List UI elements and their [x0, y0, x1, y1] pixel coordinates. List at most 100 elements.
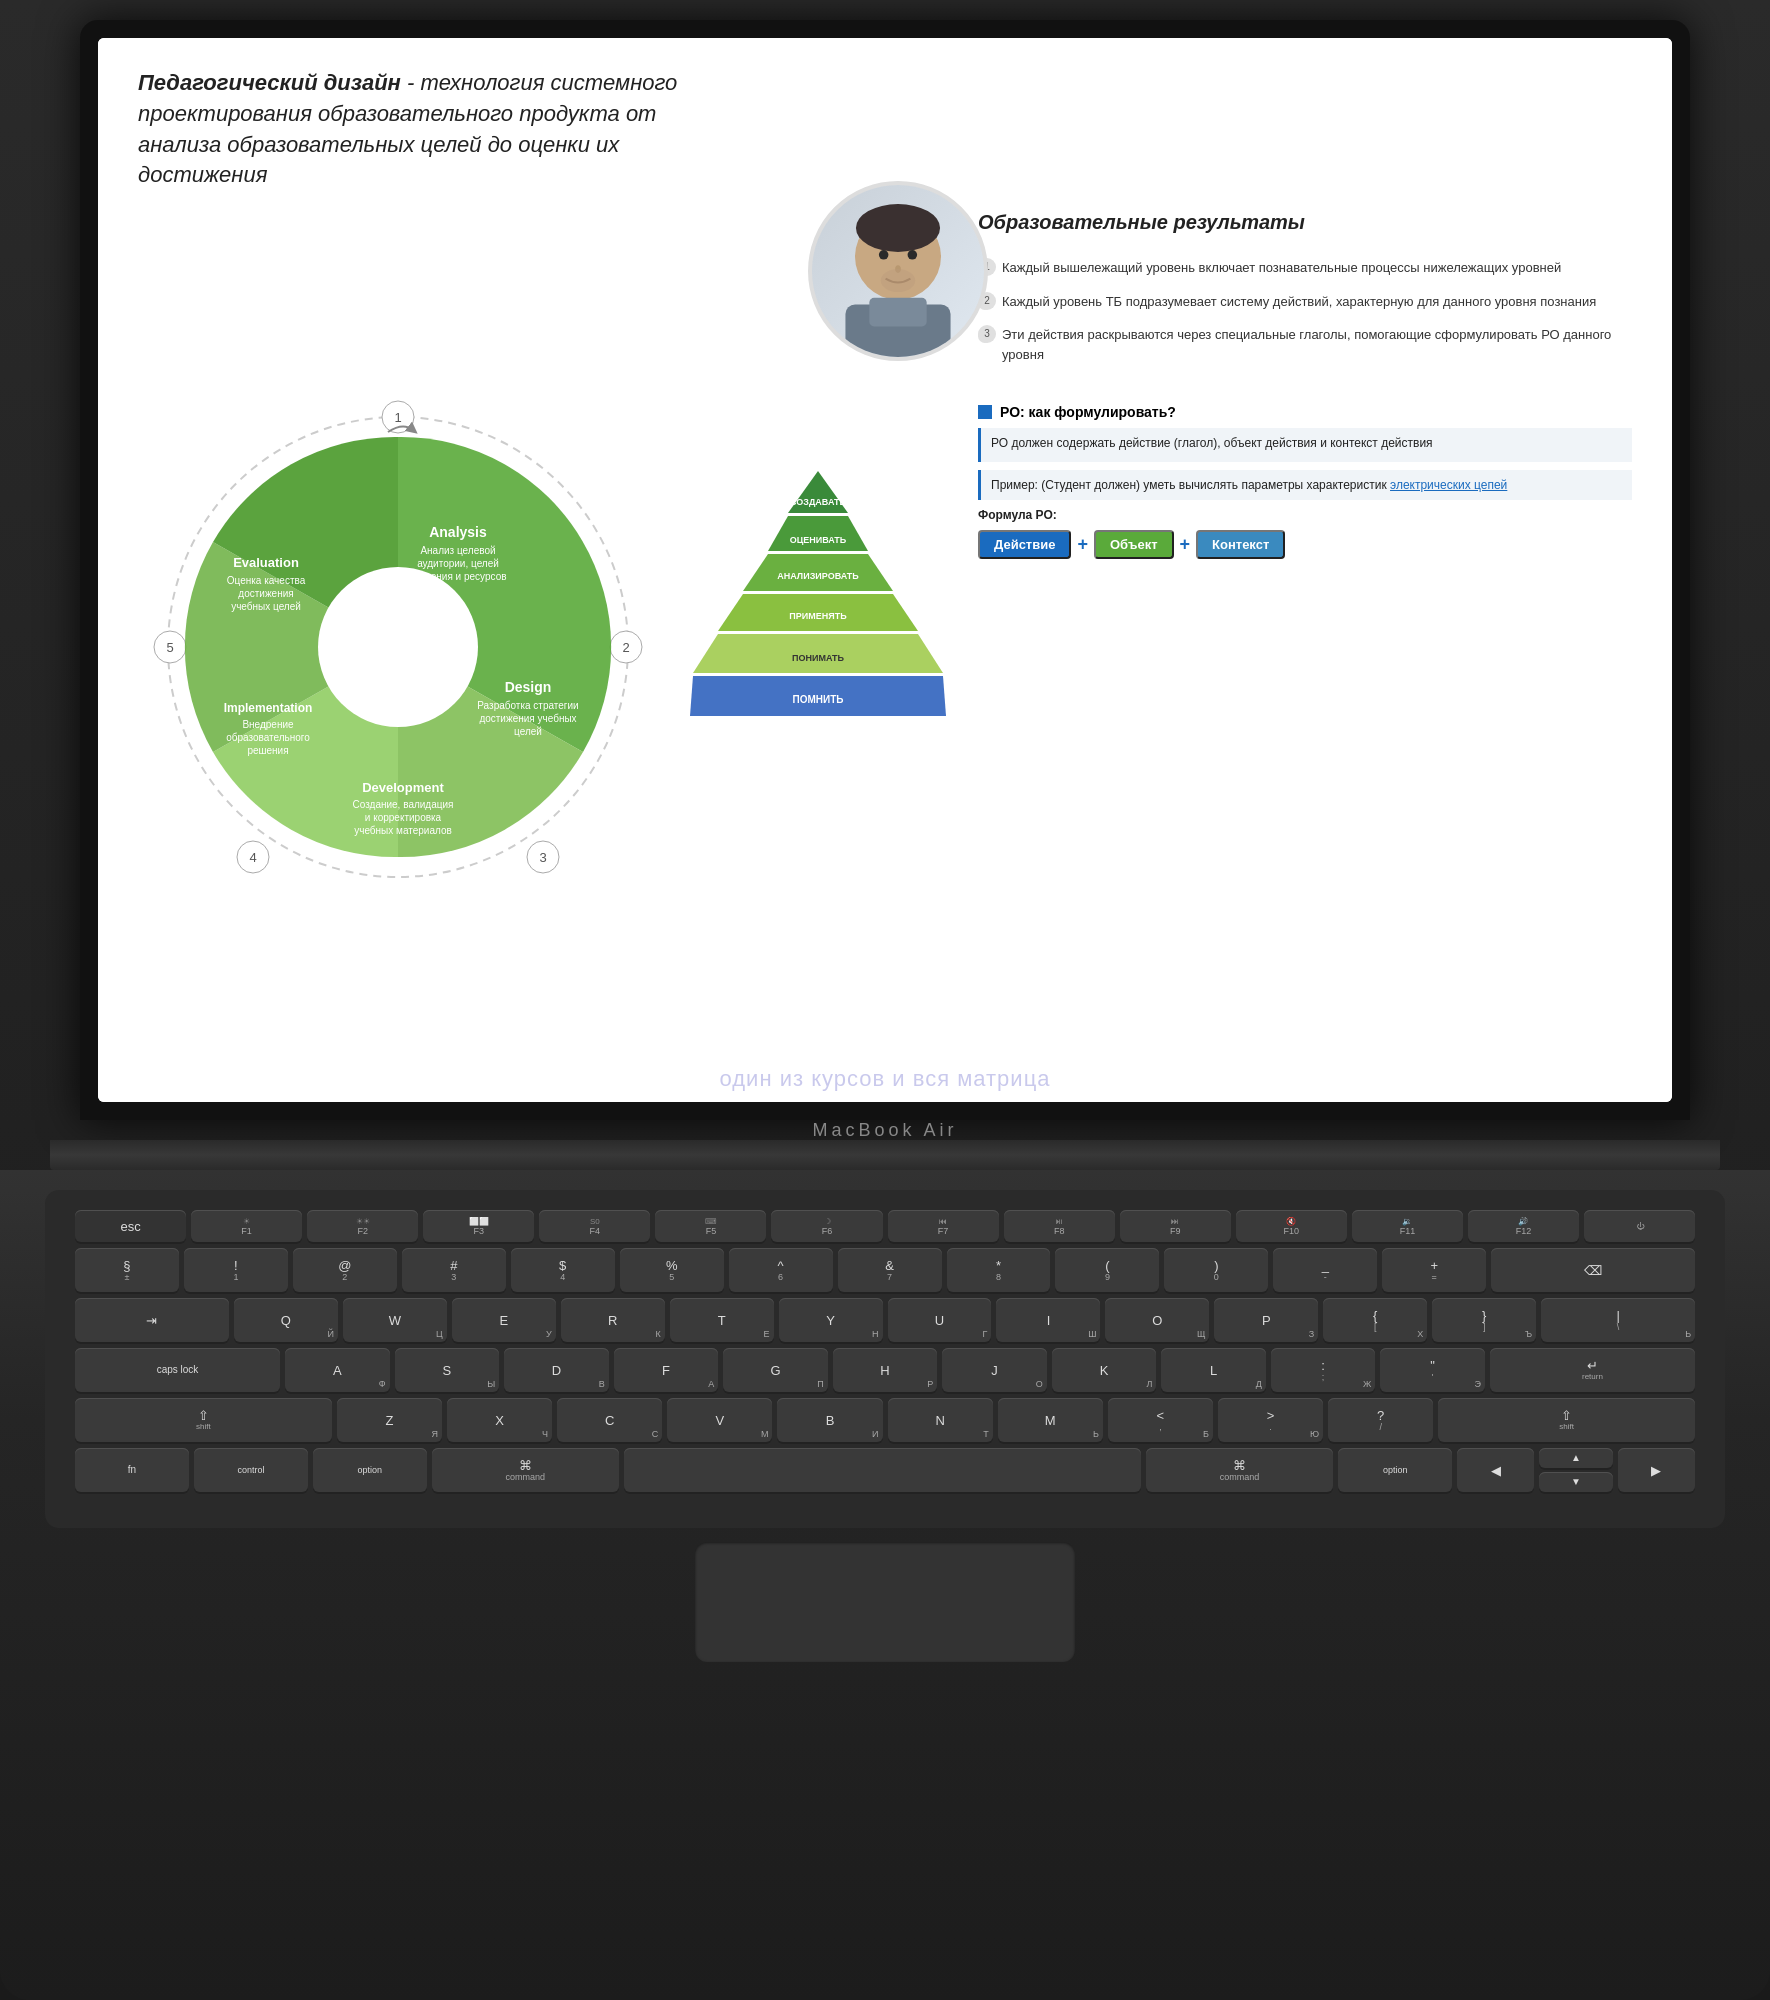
f12-key[interactable]: 🔊F12: [1468, 1210, 1579, 1242]
plus-icon-2: +: [1180, 534, 1191, 555]
w-key[interactable]: WЦ: [343, 1298, 447, 1342]
results-title: Образовательные результаты: [978, 211, 1632, 234]
f-key[interactable]: FА: [614, 1348, 719, 1392]
up-arrow[interactable]: ▲: [1539, 1448, 1612, 1468]
presentation-slide: Педагогический дизайн - технология систе…: [98, 38, 1672, 1102]
s-key[interactable]: SЫ: [395, 1348, 500, 1392]
3-key[interactable]: #3: [402, 1248, 506, 1292]
backspace-key[interactable]: ⌫: [1491, 1248, 1695, 1292]
watermark: один из курсов и вся матрица: [720, 1066, 1051, 1092]
o-key[interactable]: OЩ: [1105, 1298, 1209, 1342]
j-key[interactable]: JО: [942, 1348, 1047, 1392]
action-button[interactable]: Действие: [978, 530, 1071, 559]
q-key[interactable]: QЙ: [234, 1298, 338, 1342]
slide-title-bold: Педагогический дизайн: [138, 70, 401, 95]
f1-key[interactable]: ☀F1: [191, 1210, 302, 1242]
context-button[interactable]: Контекст: [1196, 530, 1285, 559]
svg-point-37: [908, 250, 918, 260]
semicolon-key[interactable]: :;Ж: [1271, 1348, 1376, 1392]
1-key[interactable]: !1: [184, 1248, 288, 1292]
object-button[interactable]: Объект: [1094, 530, 1174, 559]
k-key[interactable]: KЛ: [1052, 1348, 1157, 1392]
equals-key[interactable]: +=: [1382, 1248, 1486, 1292]
9-key[interactable]: (9: [1055, 1248, 1159, 1292]
svg-text:учебных материалов: учебных материалов: [354, 825, 452, 836]
f3-key[interactable]: ⬜⬜F3: [423, 1210, 534, 1242]
r-key[interactable]: RК: [561, 1298, 665, 1342]
4-key[interactable]: $4: [511, 1248, 615, 1292]
lcommand-label: command: [506, 1473, 546, 1482]
results-list: 1 Каждый вышележащий уровень включает по…: [978, 258, 1632, 378]
l-key[interactable]: LД: [1161, 1348, 1266, 1392]
y-key[interactable]: YН: [779, 1298, 883, 1342]
svg-text:2: 2: [622, 640, 629, 655]
d-key[interactable]: DВ: [504, 1348, 609, 1392]
quote-key[interactable]: "'Э: [1380, 1348, 1485, 1392]
c-key[interactable]: CС: [557, 1398, 662, 1442]
rbracket-key[interactable]: }]Ъ: [1432, 1298, 1536, 1342]
down-arrow[interactable]: ▼: [1539, 1472, 1612, 1492]
7-key[interactable]: &7: [838, 1248, 942, 1292]
qwerty-row: ⇥ QЙ WЦ EУ RК TЕ YН UГ IШ OЩ PЗ {[Х }]Ъ …: [75, 1298, 1695, 1342]
comma-key[interactable]: <,Б: [1108, 1398, 1213, 1442]
caps-key[interactable]: caps lock: [75, 1348, 280, 1392]
loption-key[interactable]: option: [313, 1448, 427, 1492]
g-key[interactable]: GП: [723, 1348, 828, 1392]
rcommand-key[interactable]: ⌘ command: [1146, 1448, 1333, 1492]
lctrl-key[interactable]: control: [194, 1448, 308, 1492]
f9-key[interactable]: ⏭F9: [1120, 1210, 1231, 1242]
return-key[interactable]: ↵return: [1490, 1348, 1695, 1392]
right-arrow[interactable]: ▶: [1618, 1448, 1695, 1492]
t-key[interactable]: TЕ: [670, 1298, 774, 1342]
slash-key[interactable]: ?/: [1328, 1398, 1433, 1442]
lcommand-key[interactable]: ⌘ command: [432, 1448, 619, 1492]
u-key[interactable]: UГ: [888, 1298, 992, 1342]
svg-text:ОЦЕНИВАТЬ: ОЦЕНИВАТЬ: [790, 535, 847, 545]
a-key[interactable]: AФ: [285, 1348, 390, 1392]
rcommand-label: command: [1220, 1473, 1260, 1482]
esc-key[interactable]: esc: [75, 1210, 186, 1242]
svg-point-39: [881, 269, 915, 292]
lbracket-key[interactable]: {[Х: [1323, 1298, 1427, 1342]
rshift-key[interactable]: ⇧shift: [1438, 1398, 1695, 1442]
keyboard-section: esc ☀F1 ☀☀F2 ⬜⬜F3 S0F4 ⌨F5 ☽F6 ⏮F7 ⏯F8 ⏭…: [0, 1170, 1770, 2000]
fn-key[interactable]: fn: [75, 1448, 189, 1492]
roption-key[interactable]: option: [1338, 1448, 1452, 1492]
v-key[interactable]: VМ: [667, 1398, 772, 1442]
f10-key[interactable]: 🔇F10: [1236, 1210, 1347, 1242]
b-key[interactable]: BИ: [777, 1398, 882, 1442]
f8-key[interactable]: ⏯F8: [1004, 1210, 1115, 1242]
8-key[interactable]: *8: [947, 1248, 1051, 1292]
minus-key[interactable]: _-: [1273, 1248, 1377, 1292]
5-key[interactable]: %5: [620, 1248, 724, 1292]
x-key[interactable]: XЧ: [447, 1398, 552, 1442]
f4-key[interactable]: S0F4: [539, 1210, 650, 1242]
left-arrow[interactable]: ◀: [1457, 1448, 1534, 1492]
z-key[interactable]: ZЯ: [337, 1398, 442, 1442]
f11-key[interactable]: 🔉F11: [1352, 1210, 1463, 1242]
period-key[interactable]: >.Ю: [1218, 1398, 1323, 1442]
n-key[interactable]: NТ: [888, 1398, 993, 1442]
spacebar-key[interactable]: [624, 1448, 1141, 1492]
power-key[interactable]: ⏻: [1584, 1210, 1695, 1242]
m-key[interactable]: MЬ: [998, 1398, 1103, 1442]
f6-key[interactable]: ☽F6: [771, 1210, 882, 1242]
touchpad[interactable]: [695, 1542, 1075, 1662]
backslash-key[interactable]: |\Ь: [1541, 1298, 1695, 1342]
2-key[interactable]: @2: [293, 1248, 397, 1292]
backtick-key[interactable]: §±: [75, 1248, 179, 1292]
p-key[interactable]: PЗ: [1214, 1298, 1318, 1342]
f7-key[interactable]: ⏮F7: [888, 1210, 999, 1242]
lshift-key[interactable]: ⇧shift: [75, 1398, 332, 1442]
0-key[interactable]: )0: [1164, 1248, 1268, 1292]
e-key[interactable]: EУ: [452, 1298, 556, 1342]
svg-text:Development: Development: [362, 780, 444, 795]
6-key[interactable]: ^6: [729, 1248, 833, 1292]
laptop-hinge: [50, 1140, 1720, 1170]
i-key[interactable]: IШ: [996, 1298, 1100, 1342]
formula-label: Формула РО:: [978, 508, 1632, 522]
f2-key[interactable]: ☀☀F2: [307, 1210, 418, 1242]
f5-key[interactable]: ⌨F5: [655, 1210, 766, 1242]
h-key[interactable]: HР: [833, 1348, 938, 1392]
tab-key[interactable]: ⇥: [75, 1298, 229, 1342]
